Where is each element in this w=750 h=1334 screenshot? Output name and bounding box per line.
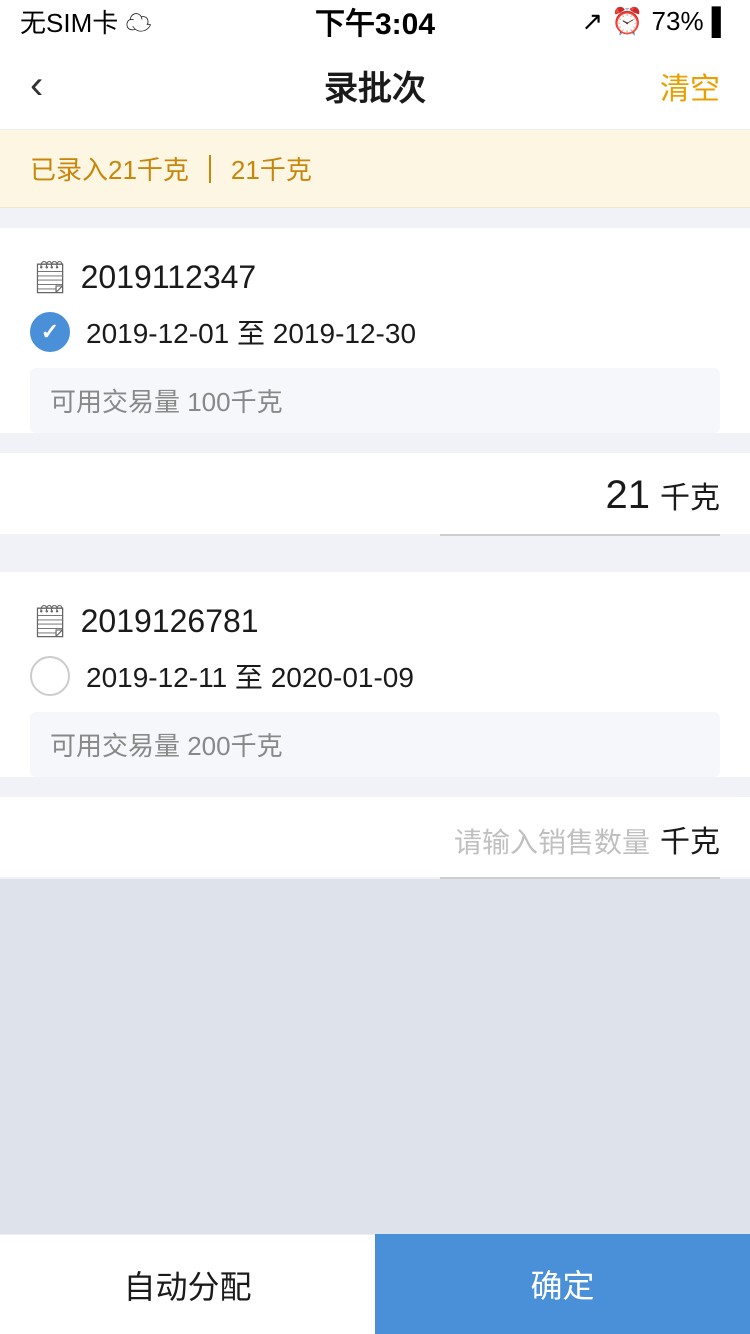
bottom-bar: 自动分配 确定 [0,1234,750,1334]
gray-area [0,879,750,1259]
batch1-radio[interactable]: ✓ [30,312,70,352]
recorded-value: 21千克 [231,150,312,187]
batch2-icon: 🗒 [30,602,71,640]
battery-icon: ▌ [712,6,730,37]
batch2-unit: 千克 [660,817,720,861]
batch2-card: 🗒 2019126781 2019-12-11 至 2020-01-09 可用交… [0,572,750,777]
batch2-available-qty: 可用交易量 200千克 [30,712,720,777]
status-left: 无SIM卡 ☁ [20,3,151,40]
batch1-id: 2019112347 [81,259,257,296]
batch1-amount-row: 21 千克 [0,453,750,534]
status-time: 下午3:04 [315,0,435,43]
recorded-label: 已录入21千克 [30,150,189,187]
battery-label: 73% [652,6,704,37]
auto-distribute-button[interactable]: 自动分配 [0,1234,375,1334]
batch1-icon: 🗒 [30,258,71,296]
batch1-available-qty: 可用交易量 100千克 [30,368,720,433]
page-title: 录批次 [324,61,426,110]
location-icon: ↗ [581,6,603,37]
batch2-input-row: 请输入销售数量 千克 [0,797,750,877]
clear-button[interactable]: 清空 [660,64,720,108]
separator1 [0,536,750,552]
status-bar: 无SIM卡 ☁ 下午3:04 ↗ ⏰ 73% ▌ [0,0,750,42]
batch2-input-placeholder[interactable]: 请输入销售数量 [454,821,650,861]
nav-bar: ‹ 录批次 清空 [0,42,750,130]
batch1-date-range: 2019-12-01 至 2019-12-30 [86,312,416,352]
alarm-icon: ⏰ [611,6,643,37]
batch2-radio[interactable] [30,656,70,696]
batch1-header: 🗒 2019112347 [30,258,720,296]
batch1-amount-value: 21 [606,473,651,518]
batch1-card: 🗒 2019112347 ✓ 2019-12-01 至 2019-12-30 可… [0,228,750,433]
check-icon: ✓ [41,319,59,345]
batch1-amount-unit: 千克 [660,473,720,517]
batch1-select-row[interactable]: ✓ 2019-12-01 至 2019-12-30 [30,312,720,352]
banner-divider [209,155,211,183]
back-button[interactable]: ‹ [30,63,90,108]
status-right: ↗ ⏰ 73% ▌ [581,6,730,37]
batch2-id: 2019126781 [81,603,259,640]
info-banner: 已录入21千克 21千克 [0,130,750,208]
batch2-date-range: 2019-12-11 至 2020-01-09 [86,656,414,696]
batch2-header: 🗒 2019126781 [30,602,720,640]
sim-label: 无SIM卡 ☁ [20,3,151,40]
batch2-select-row[interactable]: 2019-12-11 至 2020-01-09 [30,656,720,696]
confirm-button[interactable]: 确定 [375,1234,750,1334]
